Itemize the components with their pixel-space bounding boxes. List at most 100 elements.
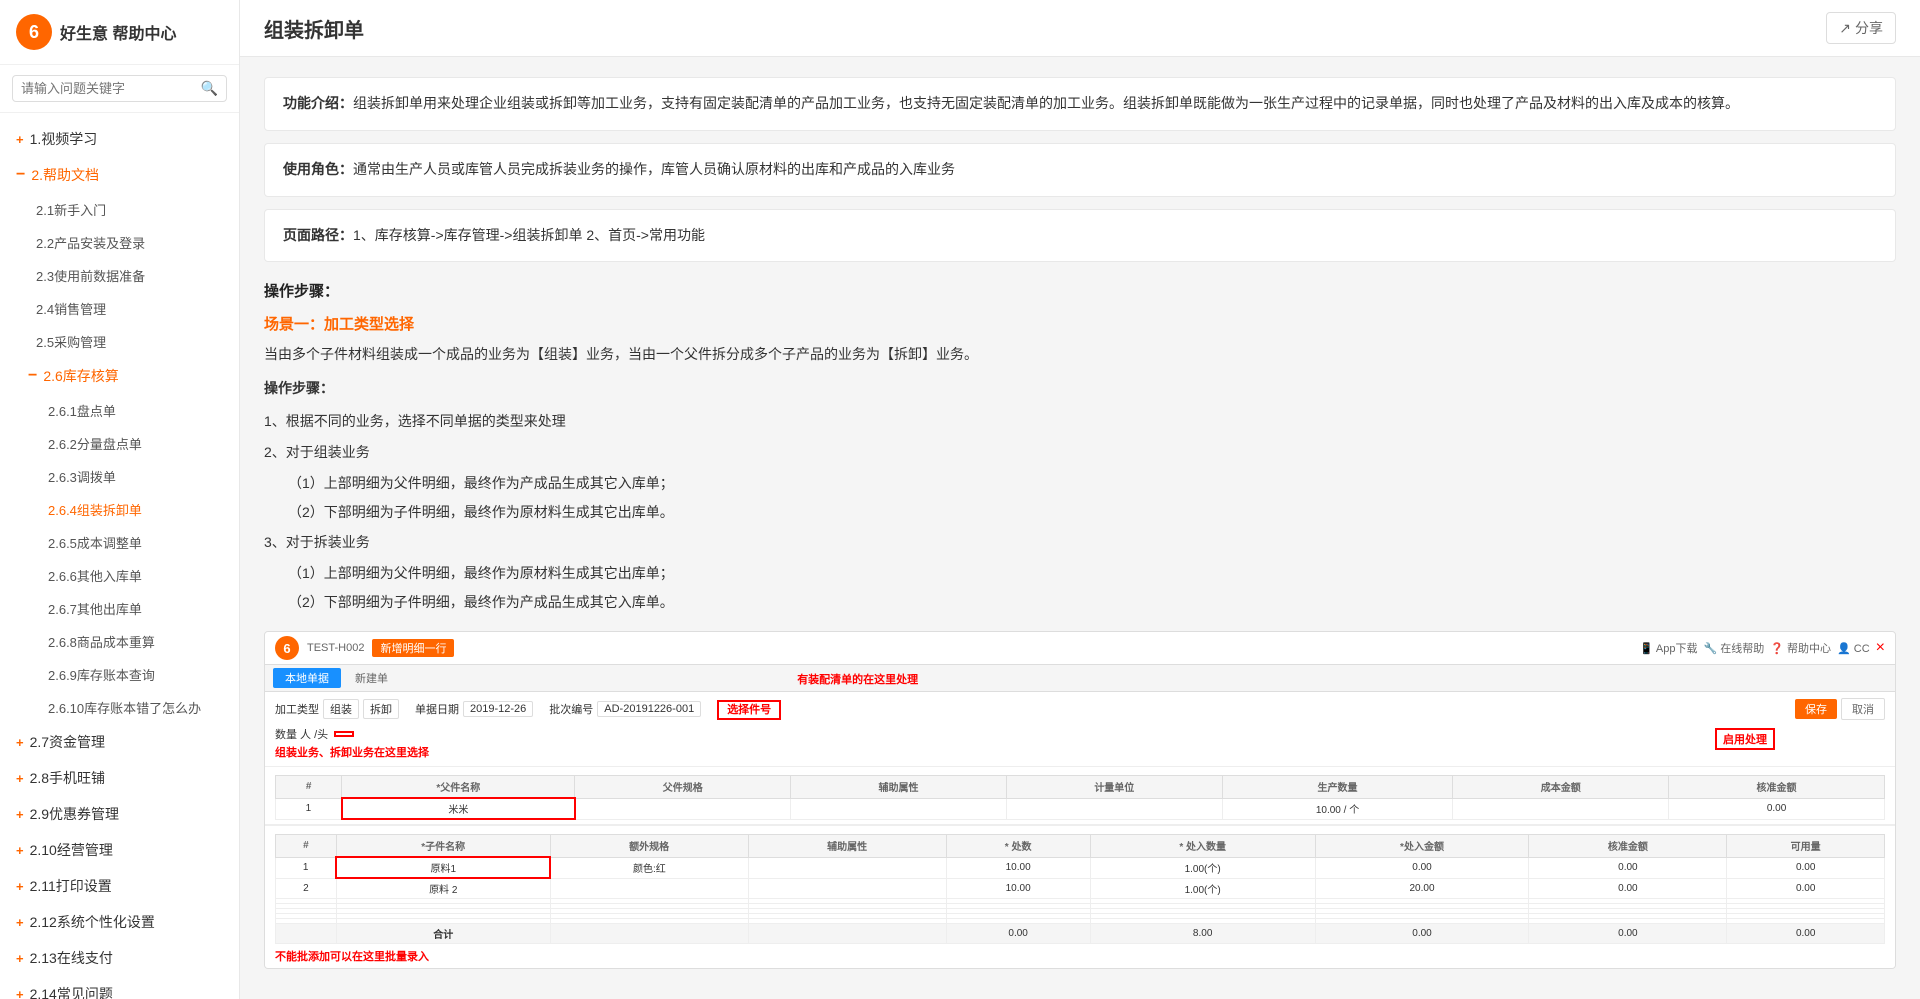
sidebar-item-2-6-3[interactable]: 2.6.3调拨单 [0,460,239,493]
sim-annotation3: 启用处理 [1723,734,1767,746]
sim-header-id: TEST-H002 [307,642,364,654]
sidebar-item-2-3[interactable]: 2.3使用前数据准备 [0,259,239,292]
step2-subs: （1）上部明细为父件明细，最终作为产成品生成其它入库单； （2）下部明细为子件明… [264,471,1896,525]
sim-tab-local[interactable]: 本地单据 [273,668,341,688]
sim-save-btn[interactable]: 保存 [1795,699,1837,719]
sim-select-btn[interactable]: 选择件号 [717,700,781,720]
sidebar-item-2-7[interactable]: + 2.7资金管理 [0,724,239,760]
search-icon[interactable]: 🔍 [201,80,218,97]
sidebar-item-docs[interactable]: − 2.帮助文档 [0,157,239,193]
sim-type-label: 加工类型 [275,701,319,717]
sidebar-item-2-8-label: 2.8手机旺铺 [30,768,105,788]
sidebar-item-2-10-label: 2.10经营管理 [30,840,113,860]
sidebar-item-2-14[interactable]: + 2.14常见问题 [0,976,239,999]
sidebar-item-video[interactable]: + 1.视频学习 [0,121,239,157]
sidebar-item-docs-label: 2.帮助文档 [31,165,99,185]
sim-th-no: # [276,776,342,799]
sidebar-item-2-2[interactable]: 2.2产品安装及登录 [0,226,239,259]
sidebar-item-2-13[interactable]: + 2.13在线支付 [0,940,239,976]
sim-footer-row: 合计 0.00 8.00 0.00 0.00 0.00 [276,924,1885,944]
sim-th-avail: 可用量 [1727,835,1885,858]
sim-date-value[interactable]: 2019-12-26 [463,701,533,717]
share-label: 分享 [1855,18,1883,38]
sim-type-value[interactable]: 组装 [323,699,359,719]
sidebar-item-2-6-2[interactable]: 2.6.2分量盘点单 [0,427,239,460]
plus-icon: + [16,132,24,147]
sim-tab-new[interactable]: 新建单 [347,668,396,688]
sim-app-header: 6 TEST-H002 新增明细一行 📱 App下载 🔧 在线帮助 ❓ 帮助中心… [265,632,1895,665]
sim-type-value2[interactable]: 拆卸 [363,699,399,719]
step3-sub2: （2）下部明细为子件明细，最终作为产成品生成其它入库单。 [288,590,1896,615]
sidebar-item-2-6-6[interactable]: 2.6.6其他入库单 [0,559,239,592]
sim-table-header-row1: # *父件名称 父件规格 辅助属性 计量单位 生产数量 成本金额 核准金额 [276,776,1885,799]
sim-form-fields: 加工类型 组装 拆卸 单据日期 2019-12-26 批次编号 AD-20191… [275,698,1885,720]
path-text: 1、库存核算->库存管理->组装拆卸单 2、首页->常用功能 [353,227,705,243]
sidebar-item-2-12[interactable]: + 2.12系统个性化设置 [0,904,239,940]
path-label: 页面路径： [283,227,353,243]
sidebar-item-2-6-10[interactable]: 2.6.10库存账本错了怎么办 [0,691,239,724]
sidebar-item-2-1[interactable]: 2.1新手入门 [0,193,239,226]
sim-cancel-btn[interactable]: 取消 [1841,698,1885,720]
sidebar-item-2-6[interactable]: − 2.6库存核算 [0,358,239,394]
sidebar-item-2-10[interactable]: + 2.10经营管理 [0,832,239,868]
screenshot-container: 6 TEST-H002 新增明细一行 📱 App下载 🔧 在线帮助 ❓ 帮助中心… [264,631,1896,969]
search-input[interactable] [21,81,201,96]
sim-annotation1: 有装配清单的在这里处理 [797,671,918,687]
op-steps-detail-label: 操作步骤： [264,376,1896,401]
sim-th-child-name: *子件名称 [336,835,550,858]
top-bar: 组装拆卸单 ↗ 分享 [240,0,1920,57]
sim-ui: 6 TEST-H002 新增明细一行 📱 App下载 🔧 在线帮助 ❓ 帮助中心… [265,632,1895,968]
sim-td-aux [791,798,1007,819]
sim-child-table: # *子件名称 额外规格 辅助属性 * 处数 * 处入数量 *处入金额 核准金额… [275,834,1885,944]
sim-th-prod-qty: 生产数量 [1222,776,1453,799]
sidebar-item-2-5[interactable]: 2.5采购管理 [0,325,239,358]
sim-td-approve: 0.00 [1669,798,1885,819]
sidebar-item-2-6-8[interactable]: 2.6.8商品成本重算 [0,625,239,658]
plus-icon-2-12: + [16,915,24,930]
sim-parent-row-1: 1 米米 10.00 / 个 0.00 [276,798,1885,819]
sim-th-extra-spec: 额外规格 [550,835,748,858]
share-button[interactable]: ↗ 分享 [1826,12,1896,44]
steps-list: 1、根据不同的业务，选择不同单据的类型来处理 2、对于组装业务 （1）上部明细为… [264,409,1896,615]
nav-list: + 1.视频学习 − 2.帮助文档 2.1新手入门 2.2产品安装及登录 2.3… [0,113,239,999]
sidebar-item-2-6-9[interactable]: 2.6.9库存账本查询 [0,658,239,691]
step3-sub1: （1）上部明细为父件明细，最终作为原材料生成其它出库单； [288,561,1896,586]
sim-th-in-qty: * 处入数量 [1090,835,1315,858]
step2-sub1: （1）上部明细为父件明细，最终作为产成品生成其它入库单； [288,471,1896,496]
sim-annotation4: 不能批添加可以在这里批量录入 [275,951,429,963]
sim-close-icon[interactable]: × [1876,639,1885,657]
scene1-intro: 当由多个子件材料组装成一个成品的业务为【组装】业务，当由一个父件拆分成多个子产品… [264,342,1896,367]
sidebar-item-2-11[interactable]: + 2.11打印设置 [0,868,239,904]
search-box[interactable]: 🔍 [12,75,227,102]
sidebar-item-2-4[interactable]: 2.4销售管理 [0,292,239,325]
sidebar-item-2-6-label: 2.6库存核算 [43,366,118,386]
sidebar-item-2-6-1[interactable]: 2.6.1盘点单 [0,394,239,427]
sim-logo: 6 [275,636,299,660]
plus-icon-2-14: + [16,987,24,999]
sim-parent-table-area: # *父件名称 父件规格 辅助属性 计量单位 生产数量 成本金额 核准金额 [265,767,1895,824]
sim-th-cost-amt: 成本金额 [1453,776,1669,799]
sim-td-cost [1453,798,1669,819]
sidebar-item-2-6-4[interactable]: 2.6.4组装拆卸单 [0,493,239,526]
sim-table-header-row2: # *子件名称 额外规格 辅助属性 * 处数 * 处入数量 *处入金额 核准金额… [276,835,1885,858]
logo-icon: 6 [16,14,52,50]
sim-new-btn: 新增明细一行 [372,639,454,657]
sim-batch-value: AD-20191226-001 [597,701,701,717]
sim-child-row-1: 1 原料1 颜色:红 10.00 1.00(个) 0.00 0.00 0.00 [276,857,1885,878]
sim-qty-input[interactable] [334,731,354,737]
path-block: 页面路径：1、库存核算->库存管理->组装拆卸单 2、首页->常用功能 [264,209,1896,263]
page-title: 组装拆卸单 [264,14,364,43]
sim-type-field: 加工类型 组装 拆卸 [275,699,399,719]
step3-subs: （1）上部明细为父件明细，最终作为原材料生成其它出库单； （2）下部明细为子件明… [264,561,1896,615]
plus-icon-2-11: + [16,879,24,894]
step2-sub2: （2）下部明细为子件明细，最终作为原材料生成其它出库单。 [288,500,1896,525]
sim-th-parent-name: *父件名称 [342,776,575,799]
sidebar-item-2-6-7[interactable]: 2.6.7其他出库单 [0,592,239,625]
sidebar-item-2-6-5[interactable]: 2.6.5成本调整单 [0,526,239,559]
plus-icon-2-9: + [16,807,24,822]
sim-child-row-2: 2 原料 2 10.00 1.00(个) 20.00 0.00 0.00 [276,878,1885,899]
sim-td-spec [575,798,791,819]
sidebar-item-2-9[interactable]: + 2.9优惠券管理 [0,796,239,832]
sidebar-item-2-12-label: 2.12系统个性化设置 [30,912,155,932]
sidebar-item-2-8[interactable]: + 2.8手机旺铺 [0,760,239,796]
